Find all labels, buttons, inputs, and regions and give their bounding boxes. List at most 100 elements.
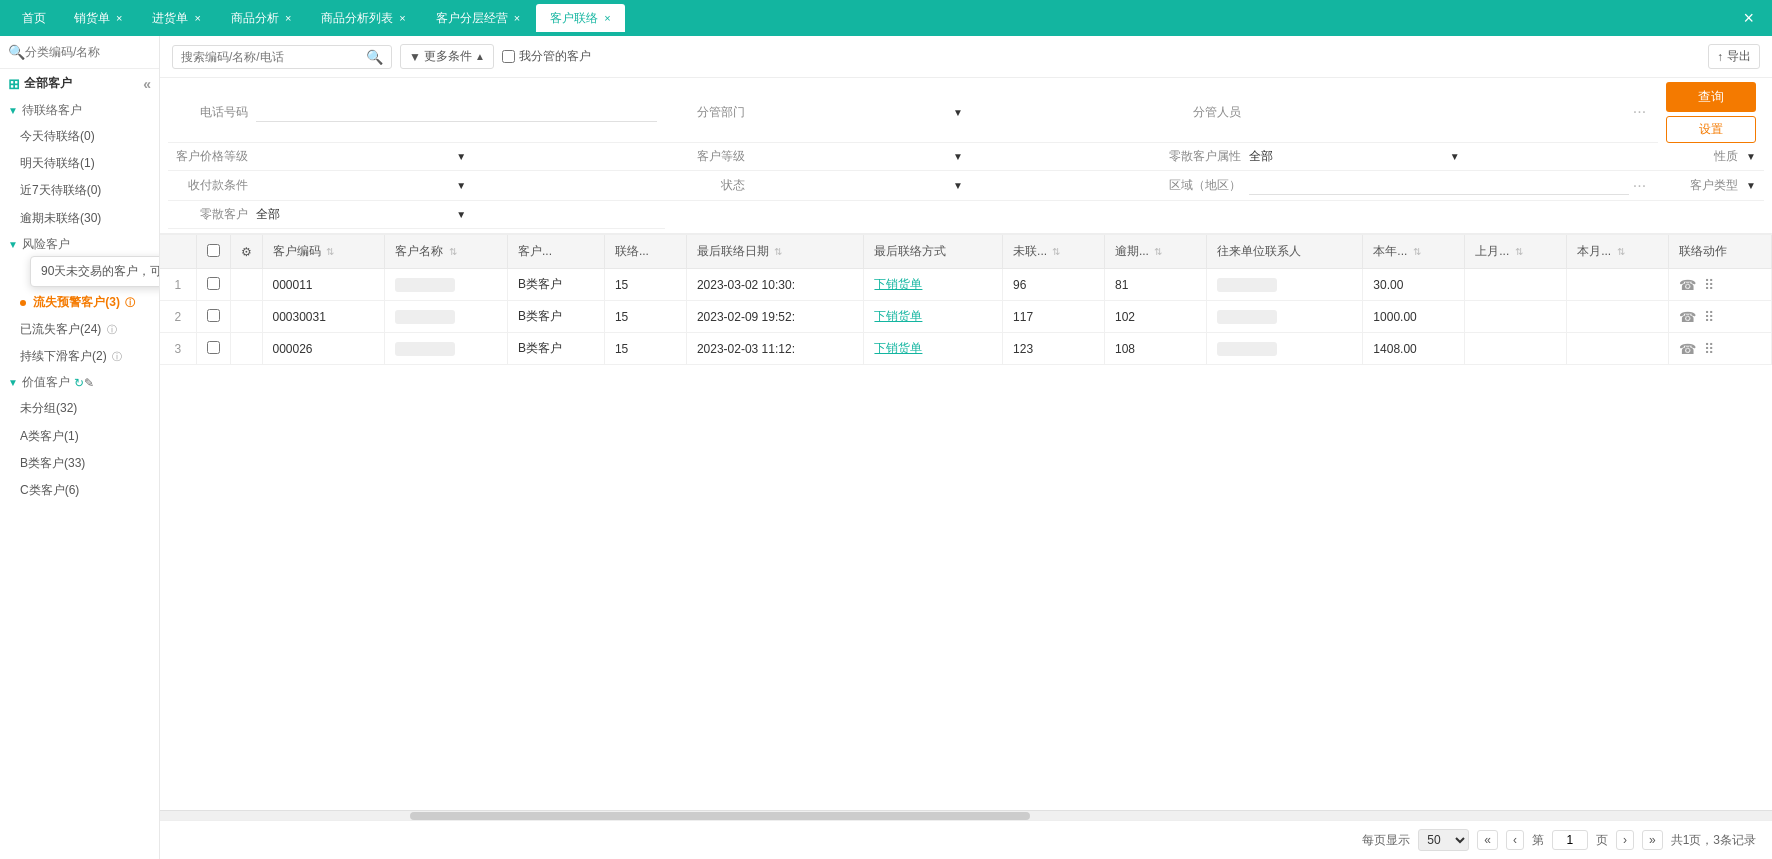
region-dots[interactable]: ··· — [1629, 177, 1650, 195]
customer-level-select[interactable]: ▼ — [753, 151, 1154, 162]
more-actions-icon[interactable]: ⠿ — [1704, 277, 1714, 293]
tab-purchase[interactable]: 进货单 × — [138, 4, 214, 32]
tab-product-analysis-list[interactable]: 商品分析列表 × — [307, 4, 419, 32]
more-actions-icon[interactable]: ⠿ — [1704, 341, 1714, 357]
row-level: B类客户 — [508, 269, 605, 301]
region-input[interactable] — [1249, 176, 1628, 195]
prev-page-btn[interactable]: ‹ — [1506, 830, 1524, 850]
nature-select[interactable]: ▼ — [1746, 151, 1756, 162]
contact-icon[interactable]: ☎ — [1679, 277, 1696, 293]
filter-status: 状态 ▼ — [665, 171, 1162, 201]
sidebar-all-customers[interactable]: ⊞ 全部客户 « — [0, 69, 159, 98]
phone-input[interactable] — [256, 103, 657, 122]
tab-close-customer-contact[interactable]: × — [604, 12, 610, 24]
row-check[interactable] — [196, 269, 230, 301]
next-page-btn[interactable]: › — [1616, 830, 1634, 850]
th-overdue[interactable]: 逾期... ⇅ — [1104, 235, 1206, 269]
top-tabbar: 首页 销货单 × 进货单 × 商品分析 × 商品分析列表 × 客户分层经营 × … — [0, 0, 1772, 36]
sidebar-item-classB[interactable]: B类客户(33) — [0, 450, 159, 477]
th-check[interactable] — [196, 235, 230, 269]
th-last-month[interactable]: 上月... ⇅ — [1465, 235, 1567, 269]
last-page-btn[interactable]: » — [1642, 830, 1663, 850]
row-last-way[interactable]: 下销货单 — [864, 333, 1003, 365]
row-last-date: 2023-02-09 19:52: — [686, 301, 864, 333]
th-this-month[interactable]: 本月... ⇅ — [1567, 235, 1669, 269]
sidebar-item-churn-warning[interactable]: 流失预警客户(3) ⓘ — [0, 289, 159, 316]
row-checkbox[interactable] — [207, 309, 220, 322]
more-conditions-btn[interactable]: ▼ 更多条件 ▲ — [400, 44, 494, 69]
contact-icon[interactable]: ☎ — [1679, 341, 1696, 357]
my-customers-checkbox[interactable] — [502, 50, 515, 63]
th-code[interactable]: 客户编码 ⇅ — [262, 235, 385, 269]
row-check[interactable] — [196, 333, 230, 365]
select-all-checkbox[interactable] — [207, 244, 220, 257]
customer-level-arrow: ▼ — [953, 151, 1153, 162]
th-last-date[interactable]: 最后联络日期 ⇅ — [686, 235, 864, 269]
tab-customer-segmentation[interactable]: 客户分层经营 × — [422, 4, 534, 32]
sidebar-item-classA[interactable]: A类客户(1) — [0, 423, 159, 450]
sidebar-item-classC[interactable]: C类客户(6) — [0, 477, 159, 504]
th-settings[interactable]: ⚙ — [230, 235, 262, 269]
sidebar-item-tomorrow[interactable]: 明天待联络(1) — [0, 150, 159, 177]
tab-close-customer-segmentation[interactable]: × — [514, 12, 520, 24]
sidebar-item-declining[interactable]: 持续下滑客户(2) ⓘ — [0, 343, 159, 370]
row-last-way[interactable]: 下销货单 — [864, 269, 1003, 301]
sort-icon-date: ⇅ — [774, 246, 782, 257]
tab-salesorder[interactable]: 销货单 × — [60, 4, 136, 32]
export-button[interactable]: ↑ 导出 — [1708, 44, 1760, 69]
sidebar-item-today[interactable]: 今天待联络(0) — [0, 123, 159, 150]
sidebar-collapse-btn[interactable]: « — [143, 76, 151, 92]
search-button-icon[interactable]: 🔍 — [366, 49, 383, 65]
tab-customer-contact[interactable]: 客户联络 × — [536, 4, 624, 32]
sidebar-item-7days[interactable]: 近7天待联络(0) — [0, 177, 159, 204]
contact-icon[interactable]: ☎ — [1679, 309, 1696, 325]
sidebar-section-risk[interactable]: ▼ 风险客户 — [0, 232, 159, 257]
th-this-year[interactable]: 本年... ⇅ — [1363, 235, 1465, 269]
price-level-select[interactable]: ▼ — [256, 151, 657, 162]
row-level: B类客户 — [508, 333, 605, 365]
refresh-icon[interactable]: ↻ — [74, 376, 84, 390]
search-input[interactable] — [181, 50, 366, 64]
th-not-contact[interactable]: 未联... ⇅ — [1003, 235, 1105, 269]
row-last-way[interactable]: 下销货单 — [864, 301, 1003, 333]
page-number-input[interactable] — [1552, 830, 1588, 850]
tab-home[interactable]: 首页 — [8, 4, 60, 32]
tab-product-analysis[interactable]: 商品分析 × — [217, 4, 305, 32]
first-page-btn[interactable]: « — [1477, 830, 1498, 850]
customer-type-select[interactable]: ▼ — [1746, 180, 1756, 191]
th-level: 客户... — [508, 235, 605, 269]
tab-close-purchase[interactable]: × — [194, 12, 200, 24]
settings-icon[interactable]: ⚙ — [241, 245, 252, 259]
tab-close-product-analysis[interactable]: × — [285, 12, 291, 24]
sidebar-item-overdue[interactable]: 逾期未联络(30) — [0, 205, 159, 232]
payment-select[interactable]: ▼ — [256, 180, 657, 191]
sidebar-item-churned[interactable]: 已流失客户(24) ⓘ — [0, 316, 159, 343]
horizontal-scrollbar[interactable] — [160, 810, 1772, 820]
status-select[interactable]: ▼ — [753, 180, 1154, 191]
sidebar-section-value[interactable]: ▼ 价值客户 ↻ ✎ — [0, 370, 159, 395]
sidebar-search-input[interactable] — [25, 45, 160, 59]
search-input-box[interactable]: 🔍 — [172, 45, 392, 69]
query-button[interactable]: 查询 — [1666, 82, 1756, 112]
tab-close-product-analysis-list[interactable]: × — [399, 12, 405, 24]
setting-button[interactable]: 设置 — [1666, 116, 1756, 143]
row-checkbox[interactable] — [207, 341, 220, 354]
retail-attr-select[interactable]: 全部 ▼ — [1249, 148, 1650, 165]
row-check[interactable] — [196, 301, 230, 333]
dept-select[interactable]: ▼ — [753, 107, 1154, 118]
my-customers-checkbox-label[interactable]: 我分管的客户 — [502, 48, 591, 65]
sidebar-item-ungrouped[interactable]: 未分组(32) — [0, 395, 159, 422]
more-actions-icon[interactable]: ⠿ — [1704, 309, 1714, 325]
th-name[interactable]: 客户名称 ⇅ — [385, 235, 508, 269]
row-checkbox[interactable] — [207, 277, 220, 290]
tab-close-salesorder[interactable]: × — [116, 12, 122, 24]
row-unit-contact — [1206, 301, 1363, 333]
page-size-select[interactable]: 50 20 100 — [1418, 829, 1469, 851]
filter-dept: 分管部门 ▼ — [665, 82, 1162, 143]
window-close-button[interactable]: × — [1733, 8, 1764, 29]
person-dots[interactable]: ··· — [1629, 103, 1650, 121]
retail-customer-select[interactable]: 全部 ▼ — [256, 206, 657, 223]
edit-icon[interactable]: ✎ — [84, 376, 94, 390]
sidebar-section-pending[interactable]: ▼ 待联络客户 — [0, 98, 159, 123]
scroll-thumb[interactable] — [410, 812, 1030, 820]
